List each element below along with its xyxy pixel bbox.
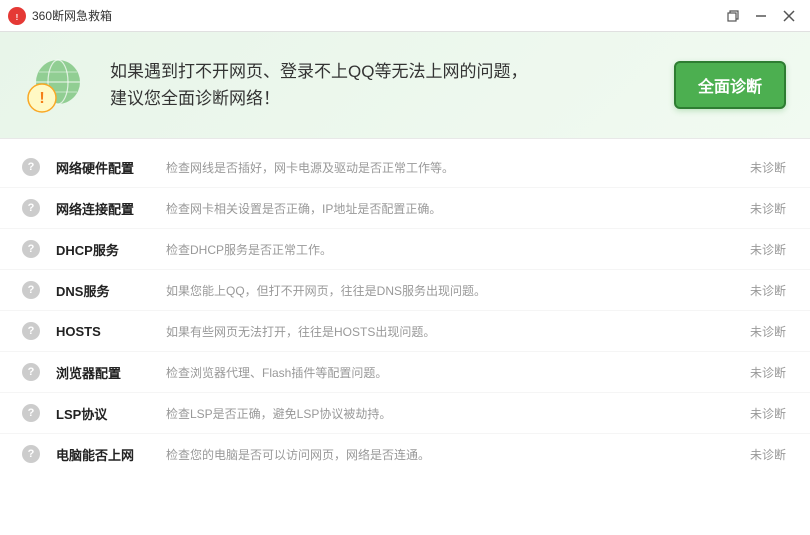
table-row: ? HOSTS 如果有些网页无法打开，往往是HOSTS出现问题。 未诊断: [0, 311, 810, 352]
item-desc-8: 检查您的电脑是否可以访问网页，网络是否连通。: [166, 446, 736, 463]
banner-line1: 如果遇到打不开网页、登录不上QQ等无法上网的问题，: [110, 58, 674, 85]
item-status-5: 未诊断: [736, 323, 786, 340]
main-content: ! 如果遇到打不开网页、登录不上QQ等无法上网的问题， 建议您全面诊断网络！ 全…: [0, 32, 810, 535]
item-name-2: 网络连接配置: [56, 199, 166, 218]
item-desc-6: 检查浏览器代理、Flash插件等配置问题。: [166, 364, 736, 381]
table-row: ? DHCP服务 检查DHCP服务是否正常工作。 未诊断: [0, 229, 810, 270]
banner-icon: !: [20, 50, 90, 120]
table-row: ? LSP协议 检查LSP是否正确，避免LSP协议被劫持。 未诊断: [0, 393, 810, 434]
item-desc-1: 检查网线是否插好，网卡电源及驱动是否正常工作等。: [166, 159, 736, 176]
item-name-8: 电脑能否上网: [56, 445, 166, 464]
status-icon-6: ?: [20, 361, 42, 383]
items-list: ? 网络硬件配置 检查网线是否插好，网卡电源及驱动是否正常工作等。 未诊断 ? …: [0, 139, 810, 482]
svg-text:!: !: [39, 90, 44, 107]
item-name-5: HOSTS: [56, 324, 166, 339]
status-icon-4: ?: [20, 279, 42, 301]
item-status-3: 未诊断: [736, 241, 786, 258]
table-row: ? 浏览器配置 检查浏览器代理、Flash插件等配置问题。 未诊断: [0, 352, 810, 393]
close-button[interactable]: [776, 6, 802, 26]
item-status-8: 未诊断: [736, 446, 786, 463]
banner-description: 如果遇到打不开网页、登录不上QQ等无法上网的问题， 建议您全面诊断网络！: [110, 58, 674, 112]
banner-line2: 建议您全面诊断网络！: [110, 85, 674, 112]
item-name-6: 浏览器配置: [56, 363, 166, 382]
item-status-7: 未诊断: [736, 405, 786, 422]
status-icon-2: ?: [20, 197, 42, 219]
status-icon-5: ?: [20, 320, 42, 342]
item-name-3: DHCP服务: [56, 240, 166, 259]
diagnose-button[interactable]: 全面诊断: [674, 61, 786, 109]
item-desc-3: 检查DHCP服务是否正常工作。: [166, 241, 736, 258]
banner: ! 如果遇到打不开网页、登录不上QQ等无法上网的问题， 建议您全面诊断网络！ 全…: [0, 32, 810, 139]
status-icon-3: ?: [20, 238, 42, 260]
restore-button[interactable]: [720, 6, 746, 26]
minimize-button[interactable]: [748, 6, 774, 26]
status-icon-1: ?: [20, 156, 42, 178]
item-name-1: 网络硬件配置: [56, 158, 166, 177]
title-bar: ! 360断网急救箱: [0, 0, 810, 32]
table-row: ? DNS服务 如果您能上QQ，但打不开网页，往往是DNS服务出现问题。 未诊断: [0, 270, 810, 311]
item-name-4: DNS服务: [56, 281, 166, 300]
item-desc-2: 检查网卡相关设置是否正确，IP地址是否配置正确。: [166, 200, 736, 217]
item-desc-5: 如果有些网页无法打开，往往是HOSTS出现问题。: [166, 323, 736, 340]
table-row: ? 电脑能否上网 检查您的电脑是否可以访问网页，网络是否连通。 未诊断: [0, 434, 810, 474]
app-title: 360断网急救箱: [32, 7, 720, 24]
item-desc-4: 如果您能上QQ，但打不开网页，往往是DNS服务出现问题。: [166, 282, 736, 299]
item-status-1: 未诊断: [736, 159, 786, 176]
window-controls: [720, 6, 802, 26]
svg-text:!: !: [16, 13, 19, 22]
status-icon-7: ?: [20, 402, 42, 424]
item-name-7: LSP协议: [56, 404, 166, 423]
table-row: ? 网络硬件配置 检查网线是否插好，网卡电源及驱动是否正常工作等。 未诊断: [0, 147, 810, 188]
item-status-4: 未诊断: [736, 282, 786, 299]
item-status-6: 未诊断: [736, 364, 786, 381]
app-logo: !: [8, 7, 26, 25]
status-icon-8: ?: [20, 443, 42, 465]
table-row: ? 网络连接配置 检查网卡相关设置是否正确，IP地址是否配置正确。 未诊断: [0, 188, 810, 229]
item-status-2: 未诊断: [736, 200, 786, 217]
item-desc-7: 检查LSP是否正确，避免LSP协议被劫持。: [166, 405, 736, 422]
